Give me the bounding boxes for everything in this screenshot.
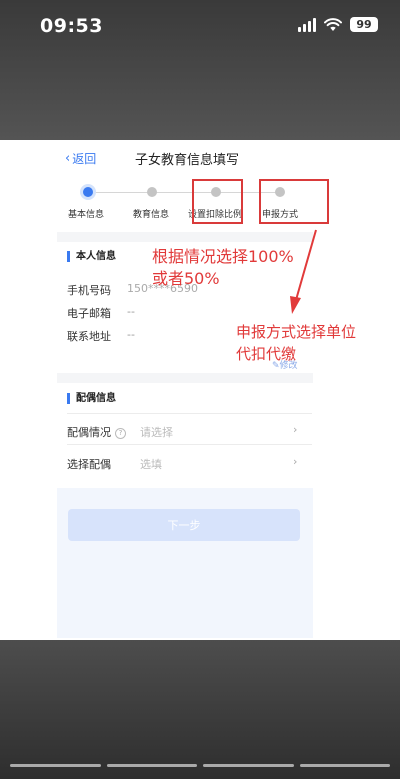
bottom-area — [0, 640, 400, 779]
annotation-arrow — [290, 229, 317, 314]
status-time: 09:53 — [40, 15, 103, 37]
app-panel: ‹ 返回 子女教育信息填写 基本信息 教育信息 设置扣除比例 申报方式 本人信息… — [0, 140, 400, 640]
status-bar: 09:53 99 — [0, 0, 400, 140]
signal-icon — [298, 17, 316, 32]
wifi-icon — [324, 17, 342, 31]
status-icons: 99 — [298, 17, 378, 32]
home-indicator — [10, 764, 390, 767]
battery-icon: 99 — [350, 17, 378, 32]
